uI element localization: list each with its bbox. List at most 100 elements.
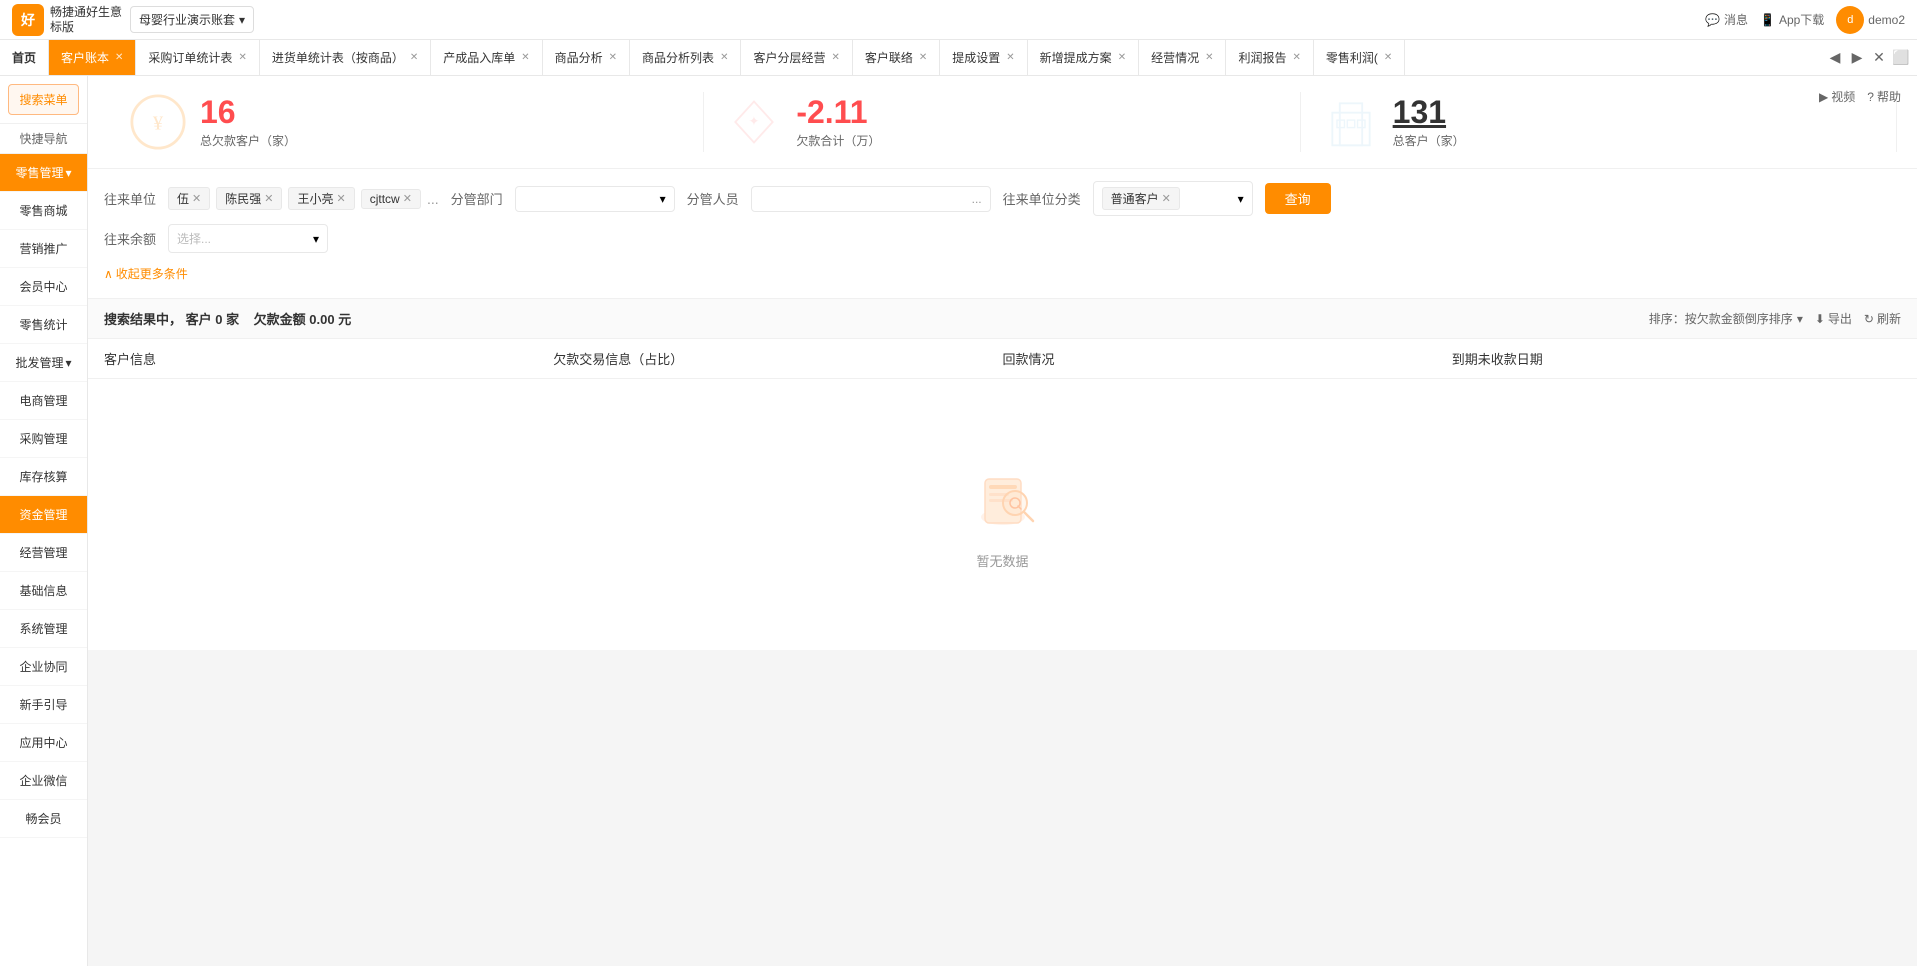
refresh-button[interactable]: ↻ 刷新 bbox=[1864, 310, 1901, 327]
help-button[interactable]: ? 帮助 bbox=[1867, 88, 1901, 105]
empty-state: 暂无数据 bbox=[88, 379, 1917, 650]
unit-tag-wu: 伍 ✕ bbox=[168, 187, 210, 210]
nav-tabs: 首页 客户账本 ✕ 采购订单统计表 ✕ 进货单统计表（按商品） ✕ 产成品入库单… bbox=[0, 40, 1917, 76]
top-bar-left: 好 畅捷通好生意 标版 母婴行业演示账套 ▾ bbox=[12, 4, 254, 36]
close-tab-icon[interactable]: ✕ bbox=[609, 52, 617, 63]
tab-home[interactable]: 首页 bbox=[0, 40, 49, 76]
diamond-icon: ✦ bbox=[724, 92, 784, 152]
empty-text: 暂无数据 bbox=[976, 551, 1028, 570]
tab-product-analysis-list[interactable]: 商品分析列表 ✕ bbox=[630, 40, 741, 76]
maximize-button[interactable]: ⬜ bbox=[1891, 48, 1911, 68]
department-filter-label: 分管部门 bbox=[451, 189, 503, 208]
sidebar-item-member-center[interactable]: 会员中心 bbox=[0, 268, 87, 306]
remaining-select[interactable]: 选择... ▾ bbox=[168, 224, 328, 253]
person-filter-label: 分管人员 bbox=[687, 189, 739, 208]
message-icon: 💬 bbox=[1705, 13, 1720, 27]
close-tab-icon[interactable]: ✕ bbox=[1205, 52, 1213, 63]
remove-category-tag[interactable]: ✕ bbox=[1162, 192, 1171, 205]
unit-category-tag: 普通客户 ✕ bbox=[1102, 187, 1180, 210]
search-menu-button[interactable]: 搜索菜单 bbox=[8, 84, 79, 115]
close-tab-icon[interactable]: ✕ bbox=[410, 52, 418, 63]
close-all-tabs[interactable]: ✕ bbox=[1869, 48, 1889, 68]
tab-retail-profit[interactable]: 零售利润( ✕ bbox=[1314, 40, 1405, 76]
remove-tag-cjttcw[interactable]: ✕ bbox=[403, 192, 412, 205]
close-tab-icon[interactable]: ✕ bbox=[238, 52, 246, 63]
sidebar-item-marketing[interactable]: 营销推广 bbox=[0, 230, 87, 268]
company-selector[interactable]: 母婴行业演示账套 ▾ bbox=[130, 6, 254, 33]
stat-content-debt-amount: -2.11 欠款合计（万） bbox=[796, 96, 880, 149]
more-tags-button[interactable]: ... bbox=[427, 191, 439, 207]
person-clear[interactable]: ... bbox=[972, 192, 982, 206]
tab-purchase-stats-by-product[interactable]: 进货单统计表（按商品） ✕ bbox=[260, 40, 431, 76]
top-bar: 好 畅捷通好生意 标版 母婴行业演示账套 ▾ 💬 消息 📱 App下载 d de… bbox=[0, 0, 1917, 40]
scroll-tabs-right[interactable]: ▶ bbox=[1847, 48, 1867, 68]
sidebar-item-wholesale-mgmt[interactable]: 批发管理 ▾ bbox=[0, 344, 87, 382]
export-button[interactable]: ⬇ 导出 bbox=[1815, 310, 1852, 327]
scroll-tabs-left[interactable]: ◀ bbox=[1825, 48, 1845, 68]
tab-promotion-settings[interactable]: 提成设置 ✕ bbox=[940, 40, 1027, 76]
sort-select[interactable]: 排序：按欠款金额倒序排序 ▾ bbox=[1649, 310, 1803, 327]
unit-tag-chen: 陈民强 ✕ bbox=[216, 187, 282, 210]
tab-new-promotion-plan[interactable]: 新增提成方案 ✕ bbox=[1028, 40, 1139, 76]
tab-purchase-order-stats[interactable]: 采购订单统计表 ✕ bbox=[136, 40, 259, 76]
chevron-down-icon: ▾ bbox=[1797, 312, 1803, 326]
col-customer-info: 客户信息 bbox=[104, 349, 553, 368]
logo-area: 好 畅捷通好生意 标版 bbox=[12, 4, 122, 36]
filter-row-1: 往来单位 伍 ✕ 陈民强 ✕ 王小亮 ✕ cjttcw bbox=[104, 181, 1901, 216]
unit-category-select[interactable]: 普通客户 ✕ ▾ bbox=[1093, 181, 1253, 216]
stat-label-debt-amount: 欠款合计（万） bbox=[796, 132, 880, 149]
query-button[interactable]: 查询 bbox=[1265, 183, 1331, 214]
sidebar-item-retail-mall[interactable]: 零售商城 bbox=[0, 192, 87, 230]
sidebar-item-enterprise-wechat[interactable]: 企业微信 bbox=[0, 762, 87, 800]
top-bar-right: 💬 消息 📱 App下载 d demo2 bbox=[1705, 6, 1905, 34]
sidebar-quick-nav[interactable]: 快捷导航 bbox=[0, 124, 87, 154]
sidebar-item-retail-stats[interactable]: 零售统计 bbox=[0, 306, 87, 344]
sidebar-search-area: 搜索菜单 bbox=[0, 76, 87, 124]
department-select[interactable]: ▾ bbox=[515, 186, 675, 212]
stat-number-total-customers: 131 bbox=[1393, 96, 1465, 128]
tab-operation-status[interactable]: 经营情况 ✕ bbox=[1139, 40, 1226, 76]
tab-product-analysis[interactable]: 商品分析 ✕ bbox=[543, 40, 630, 76]
tab-customer-contact[interactable]: 客户联络 ✕ bbox=[853, 40, 940, 76]
svg-text:✦: ✦ bbox=[749, 114, 760, 129]
app-download-button[interactable]: 📱 App下载 bbox=[1760, 11, 1824, 28]
sidebar-item-purchase-mgmt[interactable]: 采购管理 bbox=[0, 420, 87, 458]
tab-product-inbound[interactable]: 产成品入库单 ✕ bbox=[431, 40, 542, 76]
close-tab-icon[interactable]: ✕ bbox=[1006, 52, 1014, 63]
unit-category-tags: 普通客户 ✕ bbox=[1102, 187, 1180, 210]
tab-profit-report[interactable]: 利润报告 ✕ bbox=[1226, 40, 1313, 76]
sidebar-item-fund-mgmt[interactable]: 资金管理 bbox=[0, 496, 87, 534]
stat-block-debt-customers: ¥ 16 总欠款客户（家） bbox=[108, 92, 704, 152]
close-tab-icon[interactable]: ✕ bbox=[831, 52, 839, 63]
sidebar-item-new-user-guide[interactable]: 新手引导 bbox=[0, 686, 87, 724]
close-tab-icon[interactable]: ✕ bbox=[115, 52, 123, 63]
tab-customer-account[interactable]: 客户账本 ✕ bbox=[49, 40, 136, 76]
sidebar-item-basic-info[interactable]: 基础信息 bbox=[0, 572, 87, 610]
person-select[interactable]: ... bbox=[751, 186, 991, 212]
close-tab-icon[interactable]: ✕ bbox=[1118, 52, 1126, 63]
collapse-button[interactable]: ∧ 收起更多条件 bbox=[104, 265, 1901, 282]
close-tab-icon[interactable]: ✕ bbox=[521, 52, 529, 63]
tab-customer-tier[interactable]: 客户分层经营 ✕ bbox=[741, 40, 852, 76]
play-icon: ▶ bbox=[1819, 90, 1828, 104]
sidebar-item-app-center[interactable]: 应用中心 bbox=[0, 724, 87, 762]
sidebar-item-inventory-check[interactable]: 库存核算 bbox=[0, 458, 87, 496]
sidebar-item-vip-member[interactable]: 畅会员 bbox=[0, 800, 87, 838]
close-tab-icon[interactable]: ✕ bbox=[919, 52, 927, 63]
sidebar-item-system-mgmt[interactable]: 系统管理 bbox=[0, 610, 87, 648]
sidebar-item-ecommerce-mgmt[interactable]: 电商管理 bbox=[0, 382, 87, 420]
close-tab-icon[interactable]: ✕ bbox=[1293, 52, 1301, 63]
message-button[interactable]: 💬 消息 bbox=[1705, 11, 1748, 28]
user-menu[interactable]: d demo2 bbox=[1836, 6, 1905, 34]
close-tab-icon[interactable]: ✕ bbox=[1384, 52, 1392, 63]
sidebar-item-enterprise-collab[interactable]: 企业协同 bbox=[0, 648, 87, 686]
video-button[interactable]: ▶ 视频 bbox=[1819, 88, 1855, 105]
unit-filter-tags: 伍 ✕ 陈民强 ✕ 王小亮 ✕ cjttcw ✕ ... bbox=[168, 187, 439, 210]
sidebar-item-retail-mgmt[interactable]: 零售管理 ▾ bbox=[0, 154, 87, 192]
remove-tag-wu[interactable]: ✕ bbox=[192, 192, 201, 205]
remove-tag-wang[interactable]: ✕ bbox=[337, 192, 346, 205]
sidebar-item-operation-mgmt[interactable]: 经营管理 bbox=[0, 534, 87, 572]
close-tab-icon[interactable]: ✕ bbox=[720, 52, 728, 63]
unit-tag-wang: 王小亮 ✕ bbox=[288, 187, 354, 210]
remove-tag-chen[interactable]: ✕ bbox=[264, 192, 273, 205]
